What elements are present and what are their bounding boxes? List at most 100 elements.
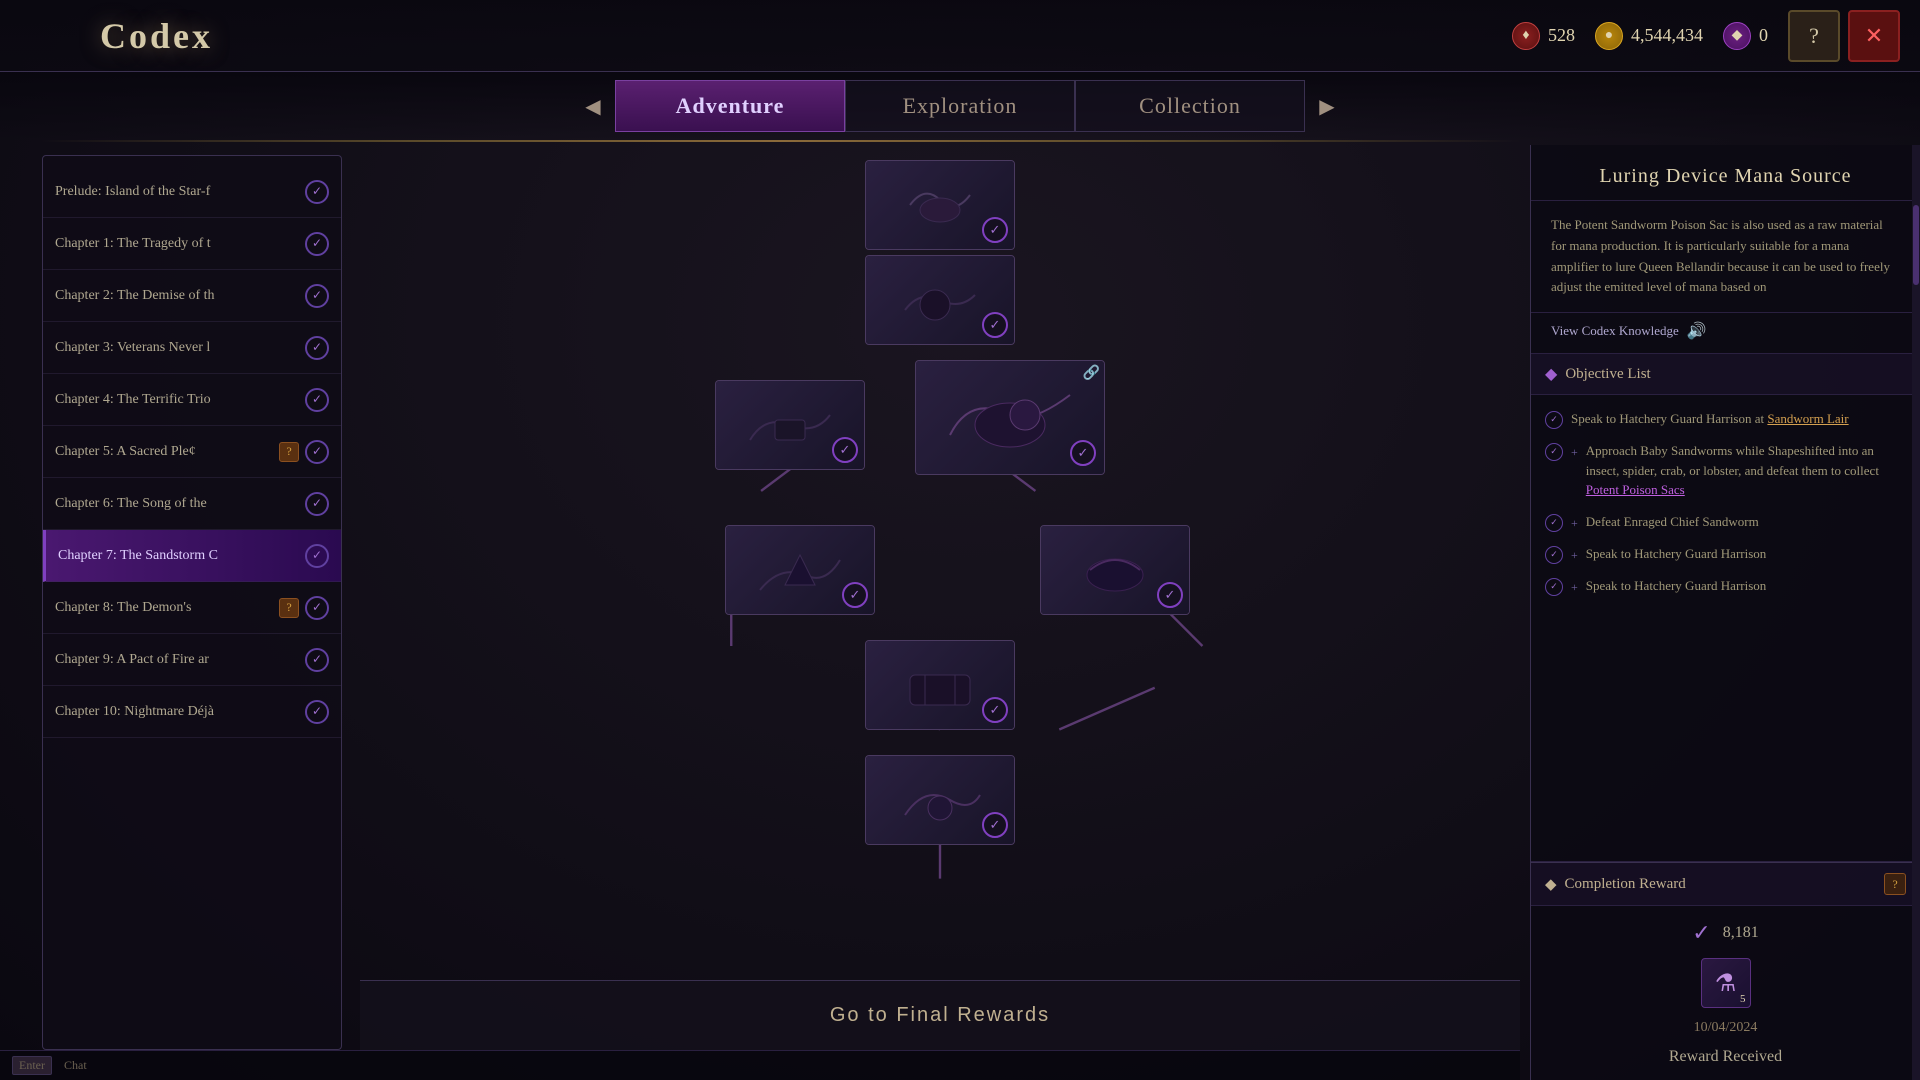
chapter-label-ch1: Chapter 1: The Tragedy of t — [55, 236, 299, 252]
close-button[interactable]: ✕ — [1848, 10, 1900, 62]
chapter-item-ch4[interactable]: Chapter 4: The Terrific Trio ✓ — [43, 374, 341, 426]
help-button[interactable]: ? — [1788, 10, 1840, 62]
scrollbar-thumb[interactable] — [1913, 205, 1919, 285]
node-1-check: ✓ — [982, 217, 1008, 243]
tab-next-button[interactable]: ▶ — [1305, 84, 1349, 128]
tab-exploration[interactable]: Exploration — [845, 80, 1075, 132]
objective-item-1: ✓ Speak to Hatchery Guard Harrison at Sa… — [1531, 403, 1920, 435]
tab-prev-button[interactable]: ◀ — [571, 84, 615, 128]
quest-node-3[interactable]: ✓ — [715, 380, 865, 470]
currency-red-value: 528 — [1548, 25, 1575, 46]
bottom-bar: Enter Chat — [0, 1050, 1520, 1080]
quest-node-8[interactable]: ✓ — [865, 755, 1015, 845]
completion-gem-icon: ◆ — [1545, 875, 1557, 894]
quest-node-5[interactable]: ✓ — [725, 525, 875, 615]
obj-plus-3: + — [1571, 514, 1578, 532]
chapter-check-ch3: ✓ — [305, 336, 329, 360]
obj-link-1[interactable]: Sandworm Lair — [1767, 411, 1848, 426]
chapter-item-ch7[interactable]: Chapter 7: The Sandstorm C ✓ — [43, 530, 341, 582]
currency-red: ♦ 528 — [1512, 22, 1575, 50]
chapter-item-ch5[interactable]: Chapter 5: A Sacred Ple¢ ? ✓ — [43, 426, 341, 478]
window-title: Codex — [100, 15, 213, 57]
objective-item-2: ✓ + Approach Baby Sandworms while Shapes… — [1531, 435, 1920, 506]
enter-key: Enter — [12, 1056, 52, 1075]
reward-item: ⚗ 5 — [1701, 958, 1751, 1008]
obj-link-2[interactable]: Potent Poison Sacs — [1586, 482, 1685, 497]
chapter-check-ch2: ✓ — [305, 284, 329, 308]
chapter-check-ch9: ✓ — [305, 648, 329, 672]
chapter-label-ch4: Chapter 4: The Terrific Trio — [55, 392, 299, 408]
currency-gold: ● 4,544,434 — [1595, 22, 1703, 50]
currency-gold-value: 4,544,434 — [1631, 25, 1703, 46]
right-panel: Luring Device Mana Source The Potent San… — [1530, 145, 1920, 1080]
speaker-icon: 🔊 — [1687, 321, 1707, 341]
chapter-label-ch10: Chapter 10: Nightmare Déjà — [55, 704, 299, 720]
currency-purple-icon: ◆ — [1723, 22, 1751, 50]
chapter-item-prelude[interactable]: Prelude: Island of the Star-f ✓ — [43, 166, 341, 218]
chapter-item-ch6[interactable]: Chapter 6: The Song of the ✓ — [43, 478, 341, 530]
quest-node-7[interactable]: ✓ — [865, 640, 1015, 730]
chapter-label-ch3: Chapter 3: Veterans Never l — [55, 340, 299, 356]
chapter-check-ch5: ✓ — [305, 440, 329, 464]
reward-item-count: 5 — [1740, 993, 1746, 1005]
node-4-link: 🔗 — [1083, 365, 1100, 382]
objective-item-3: ✓ + Defeat Enraged Chief Sandworm — [1531, 506, 1920, 538]
chapter-item-ch1[interactable]: Chapter 1: The Tragedy of t ✓ — [43, 218, 341, 270]
obj-text-4: Speak to Hatchery Guard Harrison — [1586, 544, 1767, 564]
currency-group: ♦ 528 ● 4,544,434 ◆ 0 — [1512, 22, 1768, 50]
chapter-label-ch2: Chapter 2: The Demise of th — [55, 288, 299, 304]
currency-gold-icon: ● — [1595, 22, 1623, 50]
reward-date: 10/04/2024 — [1694, 1020, 1758, 1036]
chapter-label-ch7: Chapter 7: The Sandstorm C — [58, 548, 299, 564]
chapter-list: Prelude: Island of the Star-f ✓ Chapter … — [42, 155, 342, 1050]
objective-gem-icon: ◆ — [1545, 364, 1557, 384]
completion-help-button[interactable]: ? — [1884, 873, 1906, 895]
map-area: ✓ ✓ ✓ ✓ 🔗 ✓ — [360, 145, 1520, 1050]
obj-check-2: ✓ — [1545, 443, 1563, 461]
node-8-check: ✓ — [982, 812, 1008, 838]
reward-check-row: ✓ 8,181 — [1692, 920, 1758, 946]
node-3-check: ✓ — [832, 437, 858, 463]
chapter-item-ch10[interactable]: Chapter 10: Nightmare Déjà ✓ — [43, 686, 341, 738]
tab-collection[interactable]: Collection — [1075, 80, 1305, 132]
reward-value: 8,181 — [1723, 924, 1759, 942]
obj-check-3: ✓ — [1545, 514, 1563, 532]
reward-item-icon: ⚗ 5 — [1701, 958, 1751, 1008]
chapter-check-ch10: ✓ — [305, 700, 329, 724]
chapter-label-prelude: Prelude: Island of the Star-f — [55, 184, 299, 200]
right-panel-description: The Potent Sandworm Poison Sac is also u… — [1531, 201, 1920, 313]
chapter-check-prelude: ✓ — [305, 180, 329, 204]
chapter-check-ch7: ✓ — [305, 544, 329, 568]
obj-check-5: ✓ — [1545, 578, 1563, 596]
obj-text-5: Speak to Hatchery Guard Harrison — [1586, 576, 1767, 596]
view-codex-link[interactable]: View Codex Knowledge 🔊 — [1531, 313, 1920, 354]
chapter-item-ch2[interactable]: Chapter 2: The Demise of th ✓ — [43, 270, 341, 322]
chapter-question-ch5: ? — [279, 442, 299, 462]
final-reward-button[interactable]: Go to Final Rewards — [830, 1004, 1050, 1027]
quest-node-4-large[interactable]: ✓ 🔗 — [915, 360, 1105, 475]
quest-node-1[interactable]: ✓ — [865, 160, 1015, 250]
chapter-label-ch8: Chapter 8: The Demon's — [55, 600, 275, 616]
reward-received: Reward Received — [1669, 1048, 1782, 1066]
chapter-check-ch4: ✓ — [305, 388, 329, 412]
chapter-label-ch5: Chapter 5: A Sacred Ple¢ — [55, 444, 275, 460]
obj-text-3: Defeat Enraged Chief Sandworm — [1586, 512, 1759, 532]
tab-adventure[interactable]: Adventure — [615, 80, 845, 132]
reward-content: ✓ 8,181 ⚗ 5 10/04/2024 Reward Received — [1531, 906, 1920, 1080]
currency-red-icon: ♦ — [1512, 22, 1540, 50]
chapter-item-ch8[interactable]: Chapter 8: The Demon's ? ✓ — [43, 582, 341, 634]
objective-list-header: ◆ Objective List — [1531, 354, 1920, 395]
chapter-check-ch8: ✓ — [305, 596, 329, 620]
chat-label: Chat — [64, 1058, 87, 1073]
quest-graph: ✓ ✓ ✓ ✓ 🔗 ✓ — [360, 145, 1520, 980]
completion-section: ◆ Completion Reward ? ✓ 8,181 ⚗ 5 10/04/… — [1531, 862, 1920, 1080]
chapter-item-ch9[interactable]: Chapter 9: A Pact of Fire ar ✓ — [43, 634, 341, 686]
quest-node-6[interactable]: ✓ — [1040, 525, 1190, 615]
chapter-item-ch3[interactable]: Chapter 3: Veterans Never l ✓ — [43, 322, 341, 374]
scrollbar-track — [1912, 145, 1920, 1080]
obj-plus-4: + — [1571, 546, 1578, 564]
obj-plus-5: + — [1571, 578, 1578, 596]
obj-check-1: ✓ — [1545, 411, 1563, 429]
quest-node-2[interactable]: ✓ — [865, 255, 1015, 345]
node-6-check: ✓ — [1157, 582, 1183, 608]
